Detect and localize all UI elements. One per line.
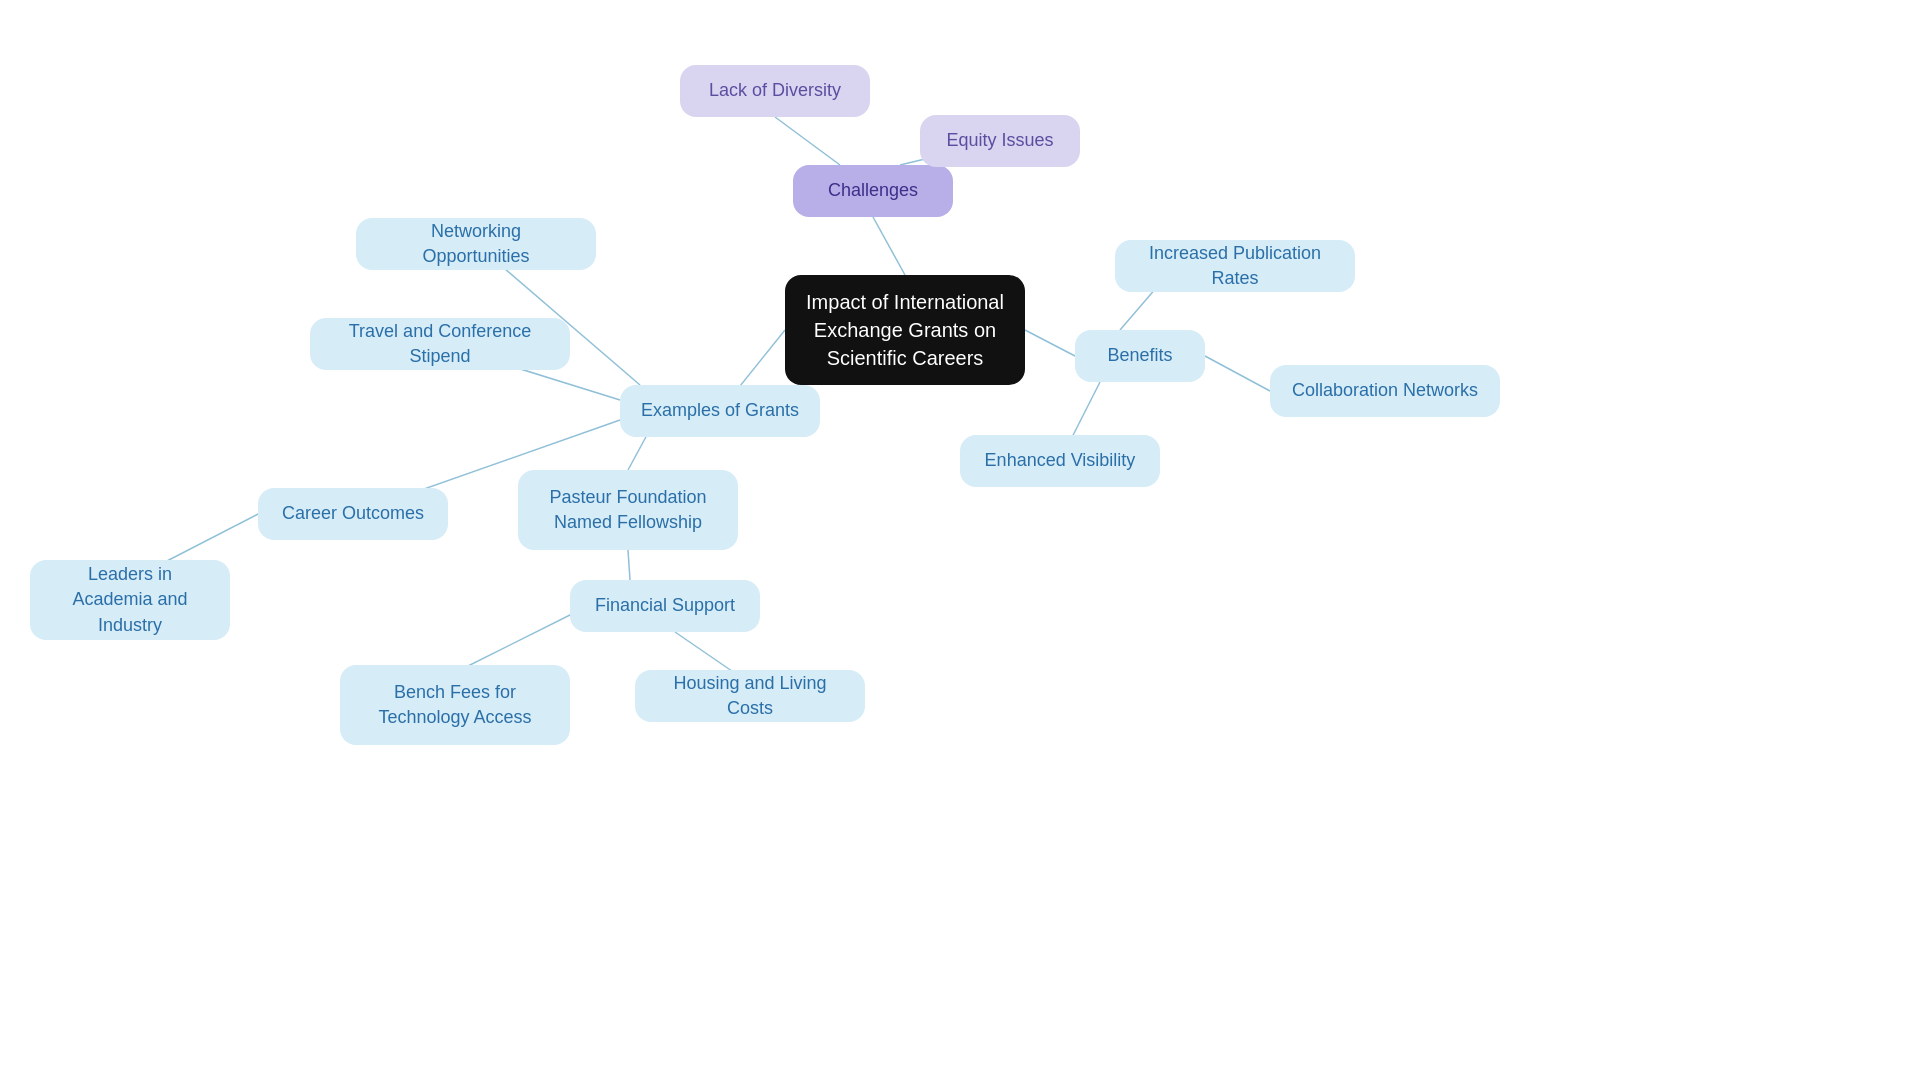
svg-line-13 bbox=[628, 550, 630, 580]
leaders-academia-node: Leaders in Academia and Industry bbox=[30, 560, 230, 640]
svg-line-14 bbox=[460, 610, 580, 670]
networking-opportunities-node: Networking Opportunities bbox=[356, 218, 596, 270]
bench-fees-node: Bench Fees for Technology Access bbox=[340, 665, 570, 745]
svg-line-3 bbox=[1025, 330, 1075, 356]
svg-line-1 bbox=[775, 117, 840, 165]
increased-publication-node: Increased Publication Rates bbox=[1115, 240, 1355, 292]
career-outcomes-node: Career Outcomes bbox=[258, 488, 448, 540]
center-node: Impact of International Exchange Grants … bbox=[785, 275, 1025, 385]
collaboration-networks-node: Collaboration Networks bbox=[1270, 365, 1500, 417]
examples-of-grants-node: Examples of Grants bbox=[620, 385, 820, 437]
svg-line-0 bbox=[873, 217, 905, 275]
enhanced-visibility-node: Enhanced Visibility bbox=[960, 435, 1160, 487]
housing-costs-node: Housing and Living Costs bbox=[635, 670, 865, 722]
financial-support-node: Financial Support bbox=[570, 580, 760, 632]
challenges-node: Challenges bbox=[793, 165, 953, 217]
travel-stipend-node: Travel and Conference Stipend bbox=[310, 318, 570, 370]
lack-of-diversity-node: Lack of Diversity bbox=[680, 65, 870, 117]
benefits-node: Benefits bbox=[1075, 330, 1205, 382]
pasteur-fellowship-node: Pasteur Foundation Named Fellowship bbox=[518, 470, 738, 550]
equity-issues-node: Equity Issues bbox=[920, 115, 1080, 167]
svg-line-5 bbox=[1205, 356, 1270, 391]
